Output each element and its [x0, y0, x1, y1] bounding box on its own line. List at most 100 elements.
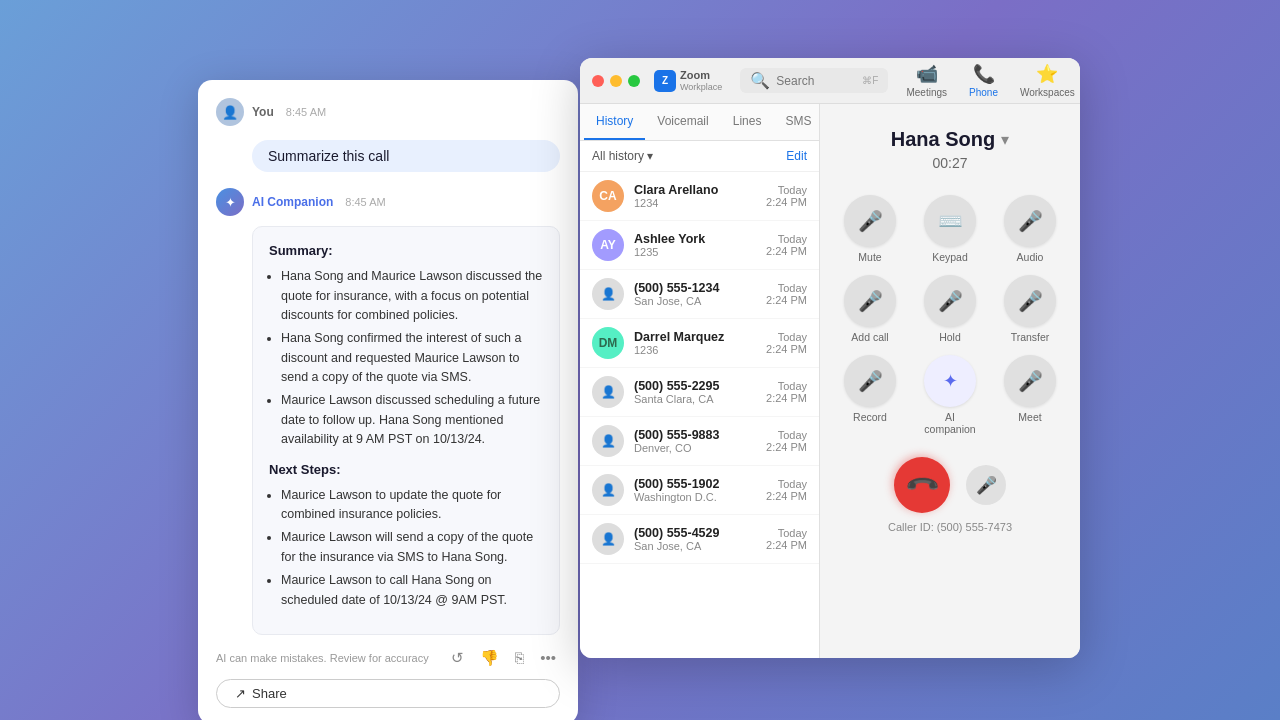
ai-avatar: ✦: [216, 188, 244, 216]
tab-history[interactable]: History: [584, 104, 645, 140]
tab-lines[interactable]: Lines: [721, 104, 774, 140]
phone-tabs: History Voicemail Lines SMS: [580, 104, 819, 141]
add-call-icon: 🎤: [844, 275, 896, 327]
caller-name-1: Ashlee York: [634, 232, 756, 246]
next-step-3: Maurice Lawson to call Hana Song on sche…: [281, 571, 543, 610]
zoom-app: Z Zoom Workplace 🔍 ⌘F 📹 Meetings 📞 Phone…: [580, 58, 1080, 658]
caller-number-2: San Jose, CA: [634, 295, 756, 307]
next-step-1: Maurice Lawson to update the quote for c…: [281, 486, 543, 525]
call-time-4: Today 2:24 PM: [766, 380, 807, 404]
call-item-5[interactable]: 👤 (500) 555-9883 Denver, CO Today 2:24 P…: [580, 417, 819, 466]
title-bar: Z Zoom Workplace 🔍 ⌘F 📹 Meetings 📞 Phone…: [580, 58, 1080, 104]
ai-companion-button[interactable]: ✦ AI companion: [920, 355, 980, 435]
caller-number-4: Santa Clara, CA: [634, 393, 756, 405]
transfer-label: Transfer: [1011, 331, 1050, 343]
call-item-0[interactable]: CA Clara Arellano 1234 Today 2:24 PM: [580, 172, 819, 221]
call-time-5: Today 2:24 PM: [766, 429, 807, 453]
keypad-label: Keypad: [932, 251, 968, 263]
avatar-0: CA: [592, 180, 624, 212]
hold-label: Hold: [939, 331, 961, 343]
call-duration: 00:27: [932, 155, 967, 171]
add-call-button[interactable]: 🎤 Add call: [840, 275, 900, 343]
mic-small-button[interactable]: 🎤: [966, 465, 1006, 505]
call-info-5: (500) 555-9883 Denver, CO: [634, 428, 756, 454]
meet-label: Meet: [1018, 411, 1041, 423]
call-time-3: Today 2:24 PM: [766, 331, 807, 355]
more-button[interactable]: •••: [536, 647, 560, 668]
phone-body: History Voicemail Lines SMS All history …: [580, 104, 1080, 658]
tab-sms[interactable]: SMS: [773, 104, 820, 140]
share-button[interactable]: ↗ Share: [216, 679, 560, 708]
add-call-label: Add call: [851, 331, 888, 343]
maximize-button[interactable]: [628, 75, 640, 87]
call-item-1[interactable]: AY Ashlee York 1235 Today 2:24 PM: [580, 221, 819, 270]
zoom-icon: Z: [654, 70, 676, 92]
workspaces-icon: ⭐: [1036, 63, 1058, 85]
thumbs-down-button[interactable]: 👎: [476, 647, 503, 669]
search-bar[interactable]: 🔍 ⌘F: [740, 68, 888, 93]
meet-button[interactable]: 🎤 Meet: [1000, 355, 1060, 435]
call-item-7[interactable]: 👤 (500) 555-4529 San Jose, CA Today 2:24…: [580, 515, 819, 564]
phone-icon: 📞: [973, 63, 995, 85]
disclaimer: AI can make mistakes. Review for accurac…: [216, 652, 429, 664]
call-info-7: (500) 555-4529 San Jose, CA: [634, 526, 756, 552]
caller-name-3: Darrel Marquez: [634, 330, 756, 344]
zoom-logo: Z Zoom Workplace: [654, 69, 722, 91]
caller-name-row: Hana Song ▾: [891, 128, 1009, 151]
close-button[interactable]: [592, 75, 604, 87]
audio-button[interactable]: 🎤 Audio: [1000, 195, 1060, 263]
thumbs-up-button[interactable]: ↺: [447, 647, 468, 669]
meetings-label: Meetings: [906, 87, 947, 98]
active-caller-name: Hana Song: [891, 128, 995, 151]
call-time-6: Today 2:24 PM: [766, 478, 807, 502]
search-input[interactable]: [776, 74, 856, 88]
keypad-icon: ⌨️: [924, 195, 976, 247]
transfer-icon: 🎤: [1004, 275, 1056, 327]
audio-icon: 🎤: [1004, 195, 1056, 247]
caller-number-0: 1234: [634, 197, 756, 209]
caller-name-4: (500) 555-2295: [634, 379, 756, 393]
all-history-filter[interactable]: All history ▾: [592, 149, 653, 163]
caller-number-3: 1236: [634, 344, 756, 356]
mute-button[interactable]: 🎤 Mute: [840, 195, 900, 263]
call-item-4[interactable]: 👤 (500) 555-2295 Santa Clara, CA Today 2…: [580, 368, 819, 417]
record-label: Record: [853, 411, 887, 423]
avatar-1: AY: [592, 229, 624, 261]
window-controls: [592, 75, 640, 87]
ai-name: AI Companion: [252, 195, 333, 209]
nav-phone[interactable]: 📞 Phone: [959, 60, 1008, 101]
transfer-button[interactable]: 🎤 Transfer: [1000, 275, 1060, 343]
title-bar-nav: 📹 Meetings 📞 Phone ⭐ Workspaces: [896, 60, 1080, 101]
minimize-button[interactable]: [610, 75, 622, 87]
call-info-3: Darrel Marquez 1236: [634, 330, 756, 356]
tab-voicemail[interactable]: Voicemail: [645, 104, 720, 140]
caller-name-5: (500) 555-9883: [634, 428, 756, 442]
call-item-3[interactable]: DM Darrel Marquez 1236 Today 2:24 PM: [580, 319, 819, 368]
copy-button[interactable]: ⎘: [511, 647, 528, 668]
nav-workspaces[interactable]: ⭐ Workspaces: [1010, 60, 1080, 101]
end-call-button[interactable]: 📞: [882, 445, 961, 524]
call-item-6[interactable]: 👤 (500) 555-1902 Washington D.C. Today 2…: [580, 466, 819, 515]
call-info-2: (500) 555-1234 San Jose, CA: [634, 281, 756, 307]
user-message-row: 👤 You 8:45 AM: [216, 98, 560, 126]
chat-footer: AI can make mistakes. Review for accurac…: [216, 647, 560, 669]
chat-action-buttons: ↺ 👎 ⎘ •••: [447, 647, 560, 669]
meet-icon: 🎤: [1004, 355, 1056, 407]
caller-name-7: (500) 555-4529: [634, 526, 756, 540]
call-time-0: Today 2:24 PM: [766, 184, 807, 208]
call-item-2[interactable]: 👤 (500) 555-1234 San Jose, CA Today 2:24…: [580, 270, 819, 319]
call-buttons-grid: 🎤 Mute ⌨️ Keypad 🎤 Audio 🎤 Add call: [840, 195, 1060, 435]
record-icon: 🎤: [844, 355, 896, 407]
nav-meetings[interactable]: 📹 Meetings: [896, 60, 957, 101]
avatar-4: 👤: [592, 376, 624, 408]
call-info-0: Clara Arellano 1234: [634, 183, 756, 209]
caller-id: Caller ID: (500) 555-7473: [888, 521, 1012, 533]
edit-button[interactable]: Edit: [786, 149, 807, 163]
ai-response-box: Summary: Hana Song and Maurice Lawson di…: [252, 226, 560, 635]
hold-button[interactable]: 🎤 Hold: [920, 275, 980, 343]
caller-number-7: San Jose, CA: [634, 540, 756, 552]
user-name: You: [252, 105, 274, 119]
keypad-button[interactable]: ⌨️ Keypad: [920, 195, 980, 263]
share-label: Share: [252, 686, 287, 701]
record-button[interactable]: 🎤 Record: [840, 355, 900, 435]
